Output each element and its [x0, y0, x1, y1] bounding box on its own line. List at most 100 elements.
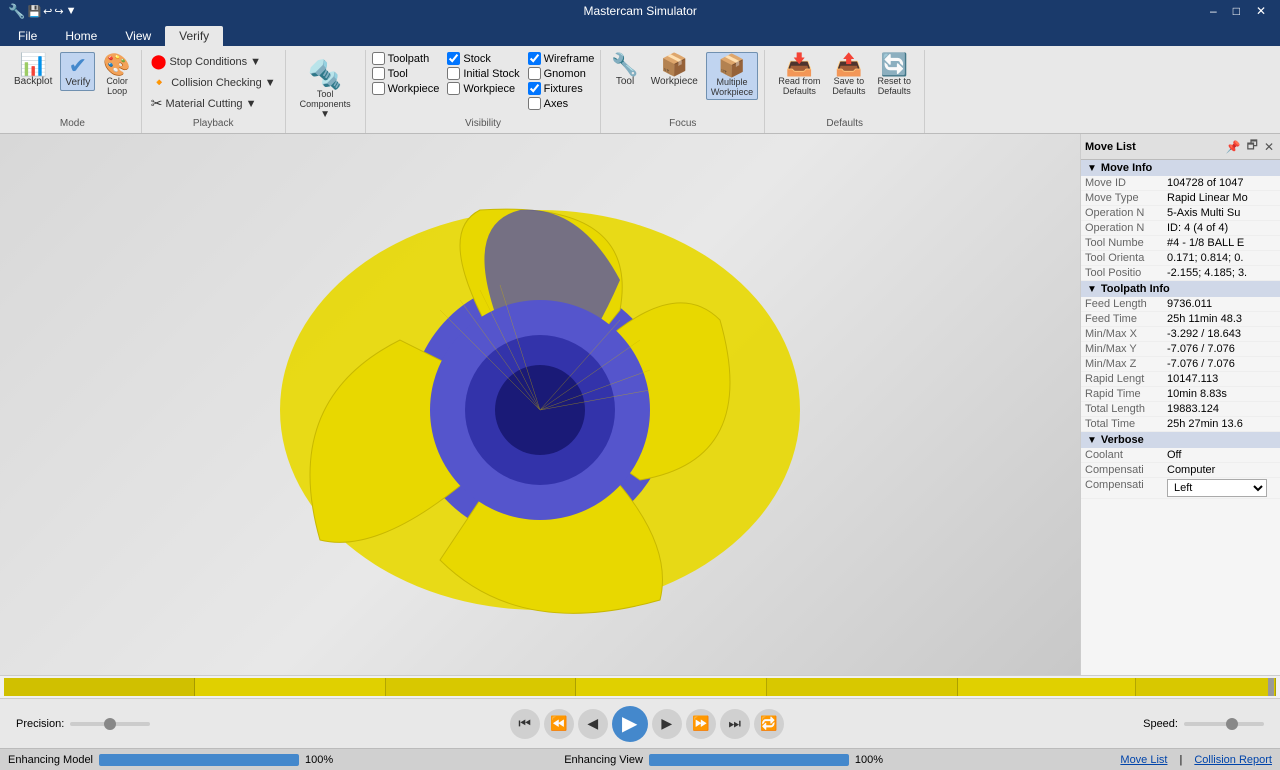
stop-conditions-dropdown-icon[interactable]: ▼	[250, 56, 261, 68]
backplot-button[interactable]: 📊 Backplot	[10, 52, 56, 89]
stock-checkbox[interactable]	[447, 52, 460, 65]
precision-thumb[interactable]	[104, 718, 116, 730]
play-button[interactable]: ▶	[612, 706, 648, 742]
timeline-section-1	[4, 678, 195, 696]
move-list-link[interactable]: Move List	[1120, 754, 1167, 766]
status-bar: Enhancing Model 100% Enhancing View 100%…	[0, 748, 1280, 770]
workpiece-checkbox-row[interactable]: Workpiece	[372, 82, 440, 95]
compensation2-select[interactable]: Left Right Off	[1167, 479, 1267, 497]
material-cutting-button[interactable]: ✂ Material Cutting ▼	[148, 94, 260, 113]
tab-verify[interactable]: Verify	[165, 26, 223, 46]
quick-redo-icon[interactable]: ↪	[54, 5, 63, 18]
tab-home[interactable]: Home	[51, 26, 111, 46]
reset-to-defaults-button[interactable]: 🔄 Reset to Defaults	[873, 52, 915, 98]
gnomon-checkbox[interactable]	[528, 67, 541, 80]
timeline-section-5	[767, 678, 958, 696]
tool-checkbox-row[interactable]: Tool	[372, 67, 440, 80]
workpiece-checkbox[interactable]	[372, 82, 385, 95]
info-row-compensation2: Compensati Left Right Off	[1081, 478, 1280, 499]
quick-dropdown-icon[interactable]: ▼	[66, 5, 77, 17]
collision-dropdown-icon[interactable]: ▼	[265, 77, 276, 89]
stock-checkbox-row[interactable]: Stock	[447, 52, 519, 65]
panel-pin-button[interactable]: 📌	[1224, 136, 1243, 157]
wireframe-checkbox[interactable]	[528, 52, 541, 65]
material-icon: ✂	[151, 95, 163, 112]
toolpath-checkbox-row[interactable]: Toolpath	[372, 52, 440, 65]
quick-save-icon[interactable]: 💾	[27, 5, 41, 18]
viewport[interactable]	[0, 134, 1080, 675]
compensation2-label: Compensati	[1085, 479, 1167, 497]
total-time-value: 25h 27min 13.6	[1167, 418, 1276, 430]
move-id-value: 104728 of 1047	[1167, 177, 1276, 189]
tool-focus-button[interactable]: 🔧 Tool	[607, 52, 642, 89]
axes-checkbox-row[interactable]: Axes	[528, 97, 595, 110]
initial-stock-checkbox-row[interactable]: Initial Stock	[447, 67, 519, 80]
fixtures-checkbox-row[interactable]: Fixtures	[528, 82, 595, 95]
precision-slider[interactable]	[70, 722, 150, 726]
maximize-button[interactable]: □	[1227, 4, 1246, 18]
workpiece2-checkbox-row[interactable]: Workpiece	[447, 82, 519, 95]
axes-checkbox[interactable]	[528, 97, 541, 110]
operation-n2-value: ID: 4 (4 of 4)	[1167, 222, 1276, 234]
fast-forward-button[interactable]: ⏭	[720, 709, 750, 739]
coolant-label: Coolant	[1085, 449, 1167, 461]
coolant-value: Off	[1167, 449, 1276, 461]
material-dropdown-icon[interactable]: ▼	[246, 98, 257, 110]
tool-components-dropdown[interactable]: ▼	[320, 109, 330, 120]
gnomon-checkbox-row[interactable]: Gnomon	[528, 67, 595, 80]
enhancing-model-bar	[99, 754, 299, 766]
minmax-y-label: Min/Max Y	[1085, 343, 1167, 355]
next-button[interactable]: ▶	[652, 709, 682, 739]
minmax-x-value: -3.292 / 18.643	[1167, 328, 1276, 340]
fixtures-checkbox[interactable]	[528, 82, 541, 95]
wireframe-checkbox-row[interactable]: Wireframe	[528, 52, 595, 65]
feed-time-value: 25h 11min 48.3	[1167, 313, 1276, 325]
panel-close-button[interactable]: ✕	[1262, 136, 1276, 157]
initial-stock-checkbox[interactable]	[447, 67, 460, 80]
timeline-bar[interactable]	[4, 678, 1276, 696]
workpiece2-checkbox[interactable]	[447, 82, 460, 95]
info-row-operation-n2: Operation N ID: 4 (4 of 4)	[1081, 221, 1280, 236]
info-row-operation-n1: Operation N 5-Axis Multi Su	[1081, 206, 1280, 221]
info-row-rapid-time: Rapid Time 10min 8.83s	[1081, 387, 1280, 402]
timeline-section-3	[386, 678, 577, 696]
visibility-group-label: Visibility	[465, 118, 501, 131]
enhancing-model-label: Enhancing Model	[8, 754, 93, 766]
loop-button[interactable]: 🔁	[754, 709, 784, 739]
workpiece-focus-button[interactable]: 📦 Workpiece	[647, 52, 702, 89]
tab-view[interactable]: View	[111, 26, 165, 46]
stop-conditions-button[interactable]: ⬤ Stop Conditions ▼	[148, 52, 264, 71]
ribbon-group-defaults: 📥 Read from Defaults 📤 Save to Defaults …	[765, 50, 925, 133]
tool-number-label: Tool Numbe	[1085, 237, 1167, 249]
visibility-col-2: Stock Initial Stock Workpiece	[447, 52, 519, 95]
speed-slider[interactable]	[1184, 722, 1264, 726]
tool-components-button[interactable]: 🔩 Tool Components ▼	[296, 59, 355, 122]
move-list-scroll[interactable]: ▼ Move Info Move ID 104728 of 1047 Move …	[1081, 160, 1280, 675]
ribbon-group-tool-components: 🔩 Tool Components ▼	[286, 50, 366, 133]
move-info-label: Move Info	[1101, 162, 1152, 174]
speed-thumb[interactable]	[1226, 718, 1238, 730]
toolpath-checkbox[interactable]	[372, 52, 385, 65]
timeline-thumb[interactable]	[1268, 678, 1274, 696]
panel-restore-button[interactable]: 🗗	[1245, 136, 1260, 157]
close-button[interactable]: ✕	[1250, 4, 1272, 18]
tool-checkbox[interactable]	[372, 67, 385, 80]
read-from-defaults-button[interactable]: 📥 Read from Defaults	[774, 52, 824, 98]
verify-button[interactable]: ✔ Verify	[60, 52, 95, 91]
multiple-workpiece-icon: 📦	[718, 55, 745, 77]
color-loop-button[interactable]: 🎨 Color Loop	[99, 52, 134, 98]
tab-file[interactable]: File	[4, 26, 51, 46]
multiple-workpiece-button[interactable]: 📦 Multiple Workpiece	[706, 52, 758, 100]
minimize-button[interactable]: –	[1204, 4, 1223, 18]
toolpath-info-section-header[interactable]: ▼ Toolpath Info	[1081, 281, 1280, 297]
prev-fast-button[interactable]: ⏪	[544, 709, 574, 739]
collision-report-link[interactable]: Collision Report	[1194, 754, 1272, 766]
collision-checking-button[interactable]: 🔸 Collision Checking ▼	[148, 73, 279, 92]
prev-button[interactable]: ◀	[578, 709, 608, 739]
move-info-section-header[interactable]: ▼ Move Info	[1081, 160, 1280, 176]
next-fast-button[interactable]: ⏩	[686, 709, 716, 739]
save-to-defaults-button[interactable]: 📤 Save to Defaults	[828, 52, 869, 98]
verbose-section-header[interactable]: ▼ Verbose	[1081, 432, 1280, 448]
quick-undo-icon[interactable]: ↩	[43, 5, 52, 18]
rewind-button[interactable]: ⏮	[510, 709, 540, 739]
